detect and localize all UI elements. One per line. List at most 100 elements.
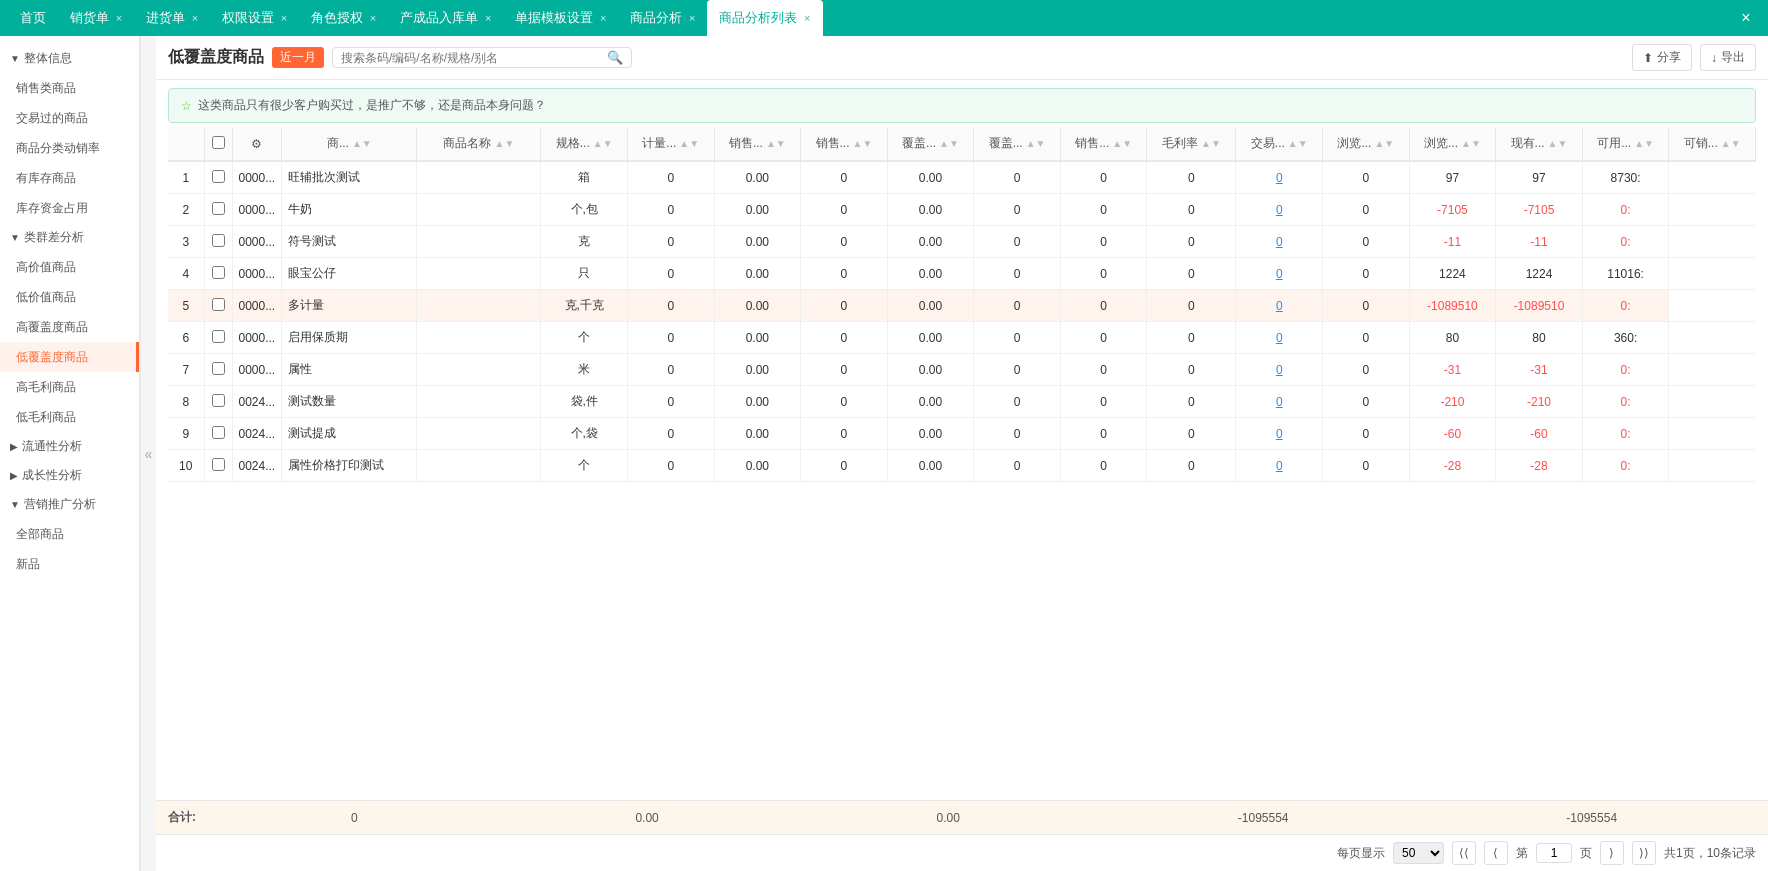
sort-icon[interactable]: ▲▼ [1548,139,1568,149]
cell-checkbox[interactable] [204,322,232,354]
page-prev-button[interactable]: ⟨ [1484,841,1508,865]
cell-checkbox[interactable] [204,194,232,226]
row-checkbox[interactable] [212,458,225,471]
sort-icon[interactable]: ▲▼ [853,139,873,149]
cell-browse1[interactable]: 0 [1236,226,1323,258]
nav-home[interactable]: 首页 [8,0,58,36]
col-settings[interactable]: ⚙ [232,127,282,161]
cell-browse1[interactable]: 0 [1236,418,1323,450]
sort-icon[interactable]: ▲▼ [593,139,613,149]
sort-icon[interactable]: ▲▼ [1461,139,1481,149]
share-button[interactable]: ⬆ 分享 [1632,44,1692,71]
sort-icon[interactable]: ▲▼ [1201,139,1221,149]
col-trade[interactable]: 交易... ▲▼ [1236,127,1323,161]
page-last-button[interactable]: ⟩⟩ [1632,841,1656,865]
cell-checkbox[interactable] [204,354,232,386]
nav-sales-order[interactable]: 销货单 × [58,0,134,36]
cell-browse1[interactable]: 0 [1236,290,1323,322]
col-unit[interactable]: 计量... ▲▼ [627,127,714,161]
nav-close-icon[interactable]: × [689,12,695,24]
sort-icon[interactable]: ▲▼ [1721,139,1741,149]
settings-icon[interactable]: ⚙ [251,137,262,151]
nav-purchase-order[interactable]: 进货单 × [134,0,210,36]
sidebar-item-inventory-capital[interactable]: 库存资金占用 [0,193,139,223]
row-checkbox[interactable] [212,266,225,279]
sidebar-item-stocked-products[interactable]: 有库存商品 [0,163,139,193]
nav-close-icon[interactable]: × [600,12,606,24]
search-input[interactable] [341,51,607,65]
sort-icon[interactable]: ▲▼ [1112,139,1132,149]
per-page-select[interactable]: 50 100 200 [1393,842,1444,864]
nav-role-auth[interactable]: 角色授权 × [299,0,388,36]
export-button[interactable]: ↓ 导出 [1700,44,1756,71]
sidebar-item-high-gross[interactable]: 高毛利商品 [0,372,139,402]
cell-browse1[interactable]: 0 [1236,386,1323,418]
cell-browse1[interactable]: 0 [1236,161,1323,194]
page-first-button[interactable]: ⟨⟨ [1452,841,1476,865]
col-cov2[interactable]: 覆盖... ▲▼ [974,127,1061,161]
nav-close-icon[interactable]: × [370,12,376,24]
col-gross-rate[interactable]: 毛利率 ▲▼ [1147,127,1236,161]
col-current-stock[interactable]: 现有... ▲▼ [1496,127,1583,161]
sort-icon[interactable]: ▲▼ [1026,139,1046,149]
cell-checkbox[interactable] [204,418,232,450]
col-saleable[interactable]: 可销... ▲▼ [1669,127,1756,161]
sort-icon[interactable]: ▲▼ [766,139,786,149]
row-checkbox[interactable] [212,202,225,215]
sidebar-group-circulation[interactable]: ▶ 流通性分析 [0,432,139,461]
row-checkbox[interactable] [212,170,225,183]
sidebar-item-high-value[interactable]: 高价值商品 [0,252,139,282]
row-checkbox[interactable] [212,330,225,343]
sidebar-item-category-dynamics[interactable]: 商品分类动销率 [0,133,139,163]
col-checkbox[interactable] [204,127,232,161]
cell-checkbox[interactable] [204,258,232,290]
col-sales-qty[interactable]: 销售... ▲▼ [714,127,801,161]
nav-close-icon[interactable]: × [192,12,198,24]
sidebar-item-low-gross[interactable]: 低毛利商品 [0,402,139,432]
col-browse1[interactable]: 浏览... ▲▼ [1323,127,1410,161]
cell-browse1[interactable]: 0 [1236,354,1323,386]
col-sales-amt[interactable]: 销售... ▲▼ [801,127,888,161]
sidebar-group-overall[interactable]: ▼ 整体信息 [0,44,139,73]
sidebar-item-all-products[interactable]: 全部商品 [0,519,139,549]
cell-checkbox[interactable] [204,226,232,258]
sidebar-item-high-coverage[interactable]: 高覆盖度商品 [0,312,139,342]
page-input[interactable] [1536,843,1572,863]
page-next-button[interactable]: ⟩ [1600,841,1624,865]
sort-icon[interactable]: ▲▼ [494,139,514,149]
cell-checkbox[interactable] [204,450,232,482]
nav-permission-settings[interactable]: 权限设置 × [210,0,299,36]
select-all-checkbox[interactable] [212,136,225,149]
nav-product-analysis-list[interactable]: 商品分析列表 × [707,0,822,36]
sort-icon[interactable]: ▲▼ [1288,139,1308,149]
cell-browse1[interactable]: 0 [1236,322,1323,354]
row-checkbox[interactable] [212,234,225,247]
sidebar-group-cluster[interactable]: ▼ 类群差分析 [0,223,139,252]
nav-close-icon[interactable]: × [281,12,287,24]
sidebar-item-low-value[interactable]: 低价值商品 [0,282,139,312]
sort-icon[interactable]: ▲▼ [939,139,959,149]
sidebar-item-low-coverage[interactable]: 低覆盖度商品 [0,342,139,372]
col-available[interactable]: 可用... ▲▼ [1582,127,1669,161]
cell-browse1[interactable]: 0 [1236,194,1323,226]
time-filter-button[interactable]: 近一月 [272,47,324,68]
sidebar-item-traded-products[interactable]: 交易过的商品 [0,103,139,133]
row-checkbox[interactable] [212,426,225,439]
cell-checkbox[interactable] [204,290,232,322]
col-browse2[interactable]: 浏览... ▲▼ [1409,127,1496,161]
col-cov1[interactable]: 覆盖... ▲▼ [887,127,974,161]
cell-checkbox[interactable] [204,161,232,194]
sidebar-collapse-button[interactable]: « [140,36,156,871]
nav-template-settings[interactable]: 单据模板设置 × [503,0,618,36]
col-code[interactable]: 商... ▲▼ [282,127,417,161]
sort-icon[interactable]: ▲▼ [679,139,699,149]
sidebar-item-sales-products[interactable]: 销售类商品 [0,73,139,103]
cell-browse1[interactable]: 0 [1236,450,1323,482]
row-checkbox[interactable] [212,394,225,407]
sidebar-group-growth[interactable]: ▶ 成长性分析 [0,461,139,490]
nav-product-inbound[interactable]: 产成品入库单 × [388,0,503,36]
sort-icon[interactable]: ▲▼ [1634,139,1654,149]
window-close-button[interactable]: × [1732,4,1760,32]
sidebar-group-marketing[interactable]: ▼ 营销推广分析 [0,490,139,519]
nav-close-active-icon[interactable]: × [804,12,810,24]
